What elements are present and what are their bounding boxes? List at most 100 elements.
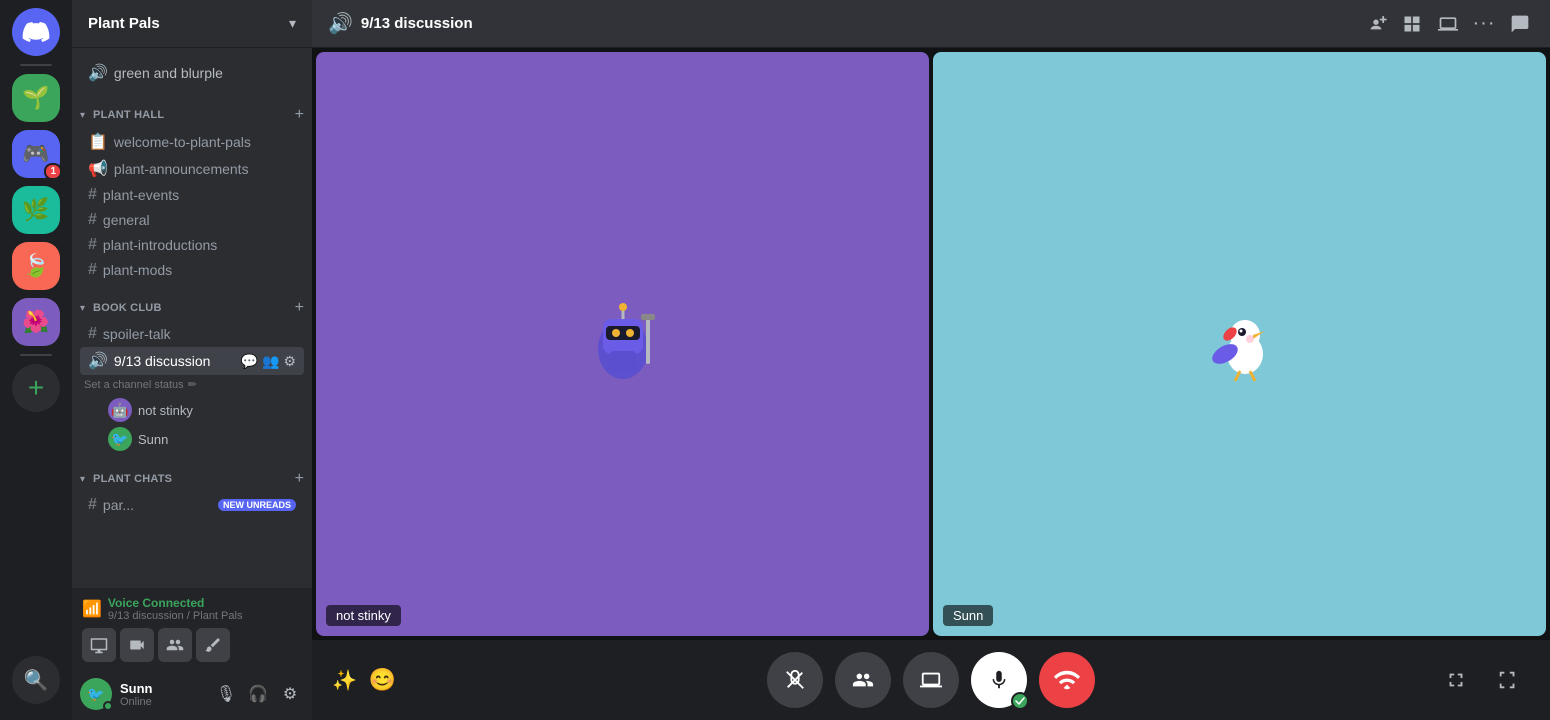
- voice-connected-info: Voice Connected 9/13 discussion / Plant …: [108, 596, 243, 622]
- channel-name-party: par...: [103, 497, 208, 513]
- server-icon-4[interactable]: 🍃: [12, 242, 60, 290]
- voice-participant-2[interactable]: 🐦 Sunn: [80, 425, 304, 453]
- grid-view-button[interactable]: [1398, 10, 1426, 38]
- discord-home-icon[interactable]: [12, 8, 60, 56]
- rules-icon: 📋: [88, 132, 108, 152]
- channel-name-general: general: [103, 212, 296, 228]
- top-bar: 🔊 9/13 discussion ···: [312, 0, 1550, 48]
- channel-action-icons: 💬 👥 ⚙: [241, 353, 296, 370]
- server-divider: [20, 64, 52, 66]
- user-panel: 🐦 Sunn Online 🎙 🎧 ⚙: [72, 668, 312, 720]
- users-icon-small[interactable]: 👥: [262, 353, 279, 370]
- add-channel-plant-chats[interactable]: +: [295, 470, 304, 488]
- server-icon-1[interactable]: 🌱: [12, 74, 60, 122]
- voice-camera-icon[interactable]: [120, 628, 154, 662]
- channel-general[interactable]: # general: [80, 208, 304, 232]
- name-tag-sunn: Sunn: [943, 605, 993, 626]
- channel-spoiler[interactable]: # spoiler-talk: [80, 322, 304, 346]
- expand-button[interactable]: [1434, 658, 1478, 702]
- participants-button[interactable]: [835, 652, 891, 708]
- channel-name-discussion: 9/13 discussion: [114, 353, 235, 369]
- add-server-button[interactable]: +: [12, 364, 60, 412]
- add-channel-book-club[interactable]: +: [295, 299, 304, 317]
- category-book-club[interactable]: ▾ BOOK CLUB +: [72, 283, 312, 321]
- participant-name-1: not stinky: [138, 403, 193, 418]
- channel-welcome[interactable]: 📋 welcome-to-plant-pals: [80, 129, 304, 155]
- server-header[interactable]: Plant Pals ▾: [72, 0, 312, 48]
- video-tile-sunn: Sunn: [933, 52, 1546, 636]
- server-name: Plant Pals: [88, 15, 160, 32]
- user-name: Sunn: [120, 681, 204, 696]
- channel-introductions[interactable]: # plant-introductions: [80, 233, 304, 257]
- voice-signal-icon: 📶: [82, 599, 102, 619]
- mic-active-indicator: [1011, 692, 1029, 710]
- channel-status: Set a channel status ✏: [72, 376, 312, 395]
- voice-connected-path: 9/13 discussion / Plant Pals: [108, 610, 243, 622]
- channel-name-welcome: welcome-to-plant-pals: [114, 134, 296, 150]
- headphone-button[interactable]: 🎧: [244, 680, 272, 708]
- voice-participant-1[interactable]: 🤖 not stinky: [80, 396, 304, 424]
- add-channel-plant-hall[interactable]: +: [295, 106, 304, 124]
- main-content: 🔊 9/13 discussion ···: [312, 0, 1550, 720]
- chat-icon-small[interactable]: 💬: [241, 353, 258, 370]
- server-divider-2: [20, 354, 52, 356]
- participant-avatar-2: 🐦: [108, 427, 132, 451]
- server-icon-5[interactable]: 🌺: [12, 298, 60, 346]
- channel-name-top: green and blurple: [114, 65, 296, 81]
- user-status: Online: [120, 696, 204, 708]
- megaphone-icon: 📢: [88, 159, 108, 179]
- channel-mods[interactable]: # plant-mods: [80, 258, 304, 282]
- channel-announcements[interactable]: 📢 plant-announcements: [80, 156, 304, 182]
- channel-events[interactable]: # plant-events: [80, 183, 304, 207]
- category-name-book-club: BOOK CLUB: [93, 302, 162, 314]
- server-icon-3[interactable]: 🌿: [12, 186, 60, 234]
- channel-status-text: Set a channel status: [84, 379, 184, 391]
- chat-toggle-button[interactable]: [1506, 10, 1534, 38]
- edit-icon[interactable]: ✏: [188, 378, 197, 391]
- screen-share-button[interactable]: [1434, 10, 1462, 38]
- server-icon-2[interactable]: 🎮 1: [12, 130, 60, 178]
- mute-button[interactable]: [767, 652, 823, 708]
- user-avatar: 🐦: [80, 678, 112, 710]
- user-status-dot: [103, 701, 113, 711]
- channel-item-voice-top[interactable]: 🔊 green and blurple: [80, 57, 304, 89]
- more-button[interactable]: ···: [1470, 10, 1498, 38]
- avatar-sunn: [1195, 299, 1285, 389]
- channel-name-announcements: plant-announcements: [114, 161, 296, 177]
- category-plant-hall[interactable]: ▾ PLANT HALL +: [72, 90, 312, 128]
- voice-people-icon[interactable]: [158, 628, 192, 662]
- channel-list: 🔊 green and blurple ▾ PLANT HALL + 📋 wel…: [72, 48, 312, 588]
- category-arrow-book-club: ▾: [80, 303, 85, 314]
- voice-action-buttons: [82, 628, 302, 662]
- category-plant-chats[interactable]: ▾ PLANT CHATS +: [72, 454, 312, 492]
- hash-icon-party: #: [88, 496, 97, 514]
- add-members-button[interactable]: [1362, 10, 1390, 38]
- hash-icon-mods: #: [88, 261, 97, 279]
- bottom-bar: ✨ 😊: [312, 640, 1550, 720]
- screen-share-main-button[interactable]: [903, 652, 959, 708]
- bottom-bar-left: ✨ 😊: [332, 667, 396, 693]
- discover-icon[interactable]: 🔍: [12, 656, 60, 704]
- channel-party[interactable]: # par... NEW UNREADS: [80, 493, 304, 517]
- fullscreen-button[interactable]: [1486, 658, 1530, 702]
- voice-icon-discussion: 🔊: [88, 351, 108, 371]
- settings-icon-small[interactable]: ⚙: [283, 353, 296, 370]
- channel-name-events: plant-events: [103, 187, 296, 203]
- category-name-plant-chats: PLANT CHATS: [93, 473, 172, 485]
- hash-icon-spoiler: #: [88, 325, 97, 343]
- mic-button[interactable]: 🎙: [212, 680, 240, 708]
- name-tag-not-stinky: not stinky: [326, 605, 401, 626]
- channel-name-spoiler: spoiler-talk: [103, 326, 296, 342]
- channel-discussion[interactable]: 🔊 9/13 discussion 💬 👥 ⚙: [80, 347, 304, 375]
- server-list: 🌱 🎮 1 🌿 🍃 🌺 + 🔍: [0, 0, 72, 720]
- voice-connected-label: Voice Connected: [108, 596, 243, 610]
- hash-icon-general: #: [88, 211, 97, 229]
- disconnect-button[interactable]: [1039, 652, 1095, 708]
- emoji-icon[interactable]: 😊: [369, 667, 396, 693]
- channel-name-intro: plant-introductions: [103, 237, 296, 253]
- user-controls: 🎙 🎧 ⚙: [212, 680, 304, 708]
- sparkle-icon[interactable]: ✨: [332, 668, 357, 693]
- voice-screen-icon[interactable]: [82, 628, 116, 662]
- voice-effects-icon[interactable]: [196, 628, 230, 662]
- settings-button[interactable]: ⚙: [276, 680, 304, 708]
